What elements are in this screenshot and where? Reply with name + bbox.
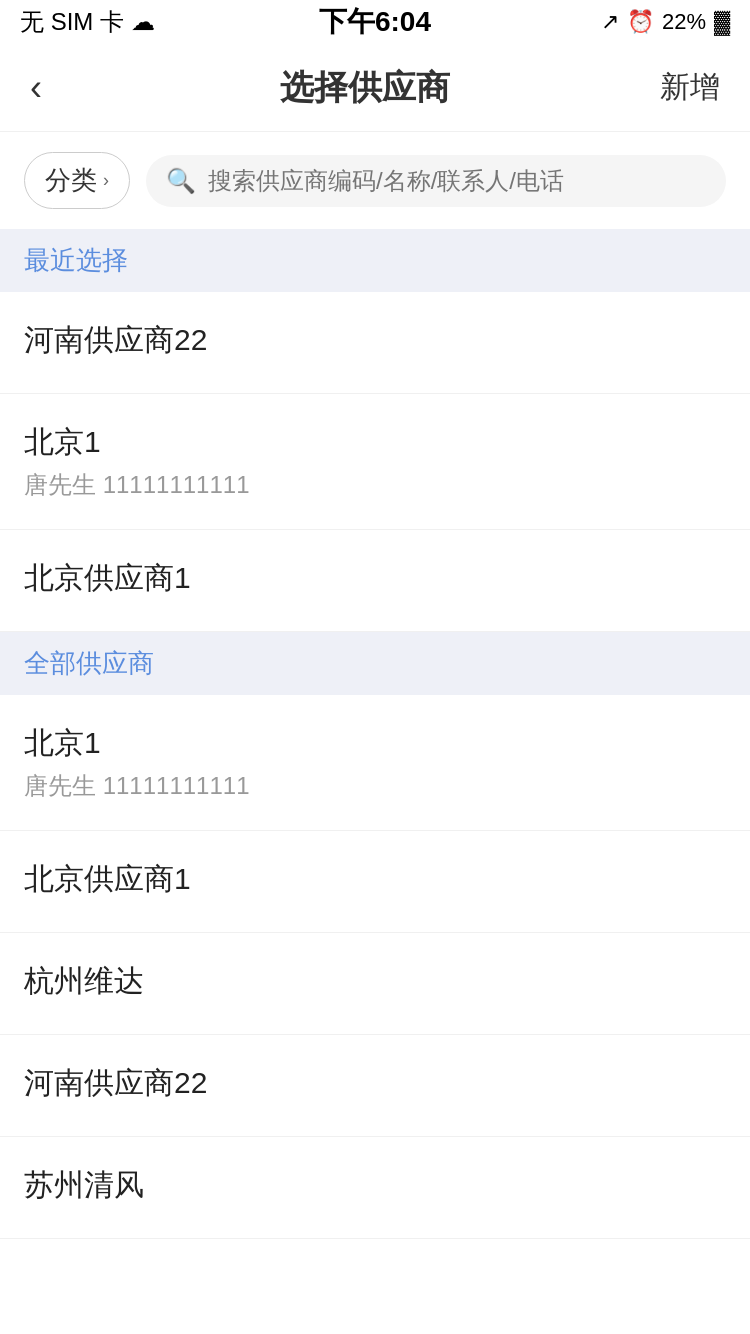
add-button[interactable]: 新增 (640, 67, 720, 108)
recent-list-item[interactable]: 北京供应商1 (0, 530, 750, 632)
recent-list-item[interactable]: 河南供应商22 (0, 292, 750, 394)
all-list-item[interactable]: 杭州维达 (0, 933, 750, 1035)
search-box[interactable]: 🔍 (146, 155, 726, 207)
status-time: 下午6:04 (319, 3, 431, 41)
sim-label: 无 SIM 卡 ☁ (20, 6, 155, 38)
all-list-item[interactable]: 北京供应商1 (0, 831, 750, 933)
page-title: 选择供应商 (280, 65, 450, 111)
all-list-item[interactable]: 苏州清风 (0, 1137, 750, 1239)
recent-section-header: 最近选择 (0, 229, 750, 292)
recent-list-item[interactable]: 北京1 唐先生 11111111111 (0, 394, 750, 530)
alarm-icon: ⏰ (627, 9, 654, 35)
battery-icon: ▓ (714, 9, 730, 35)
status-right: ↗ ⏰ 22% ▓ (601, 9, 730, 35)
item-name: 北京1 (24, 723, 726, 764)
all-list-item[interactable]: 北京1 唐先生 11111111111 (0, 695, 750, 831)
item-name: 北京供应商1 (24, 859, 726, 900)
category-button[interactable]: 分类 › (24, 152, 130, 209)
all-list-item[interactable]: 河南供应商22 (0, 1035, 750, 1137)
search-icon: 🔍 (166, 167, 196, 195)
filter-bar: 分类 › 🔍 (0, 132, 750, 229)
item-name: 河南供应商22 (24, 320, 726, 361)
battery-label: 22% (662, 9, 706, 35)
chevron-right-icon: › (103, 170, 109, 191)
all-section-header: 全部供应商 (0, 632, 750, 695)
nav-bar: ‹ 选择供应商 新增 (0, 44, 750, 132)
back-button[interactable]: ‹ (30, 67, 90, 109)
item-name: 河南供应商22 (24, 1063, 726, 1104)
status-bar: 无 SIM 卡 ☁ 下午6:04 ↗ ⏰ 22% ▓ (0, 0, 750, 44)
all-list: 北京1 唐先生 11111111111 北京供应商1 杭州维达河南供应商22 苏州清风 (0, 695, 750, 1239)
location-icon: ↗ (601, 9, 619, 35)
item-sub: 唐先生 11111111111 (24, 770, 726, 802)
item-name: 北京供应商1 (24, 558, 726, 599)
category-label: 分类 (45, 163, 97, 198)
recent-list: 河南供应商22 北京1 唐先生 11111111111 北京供应商1 (0, 292, 750, 632)
search-input[interactable] (208, 167, 706, 195)
status-left: 无 SIM 卡 ☁ (20, 6, 155, 38)
item-name: 北京1 (24, 422, 726, 463)
item-name: 杭州维达 (24, 961, 726, 1002)
item-name: 苏州清风 (24, 1165, 726, 1206)
item-sub: 唐先生 11111111111 (24, 469, 726, 501)
